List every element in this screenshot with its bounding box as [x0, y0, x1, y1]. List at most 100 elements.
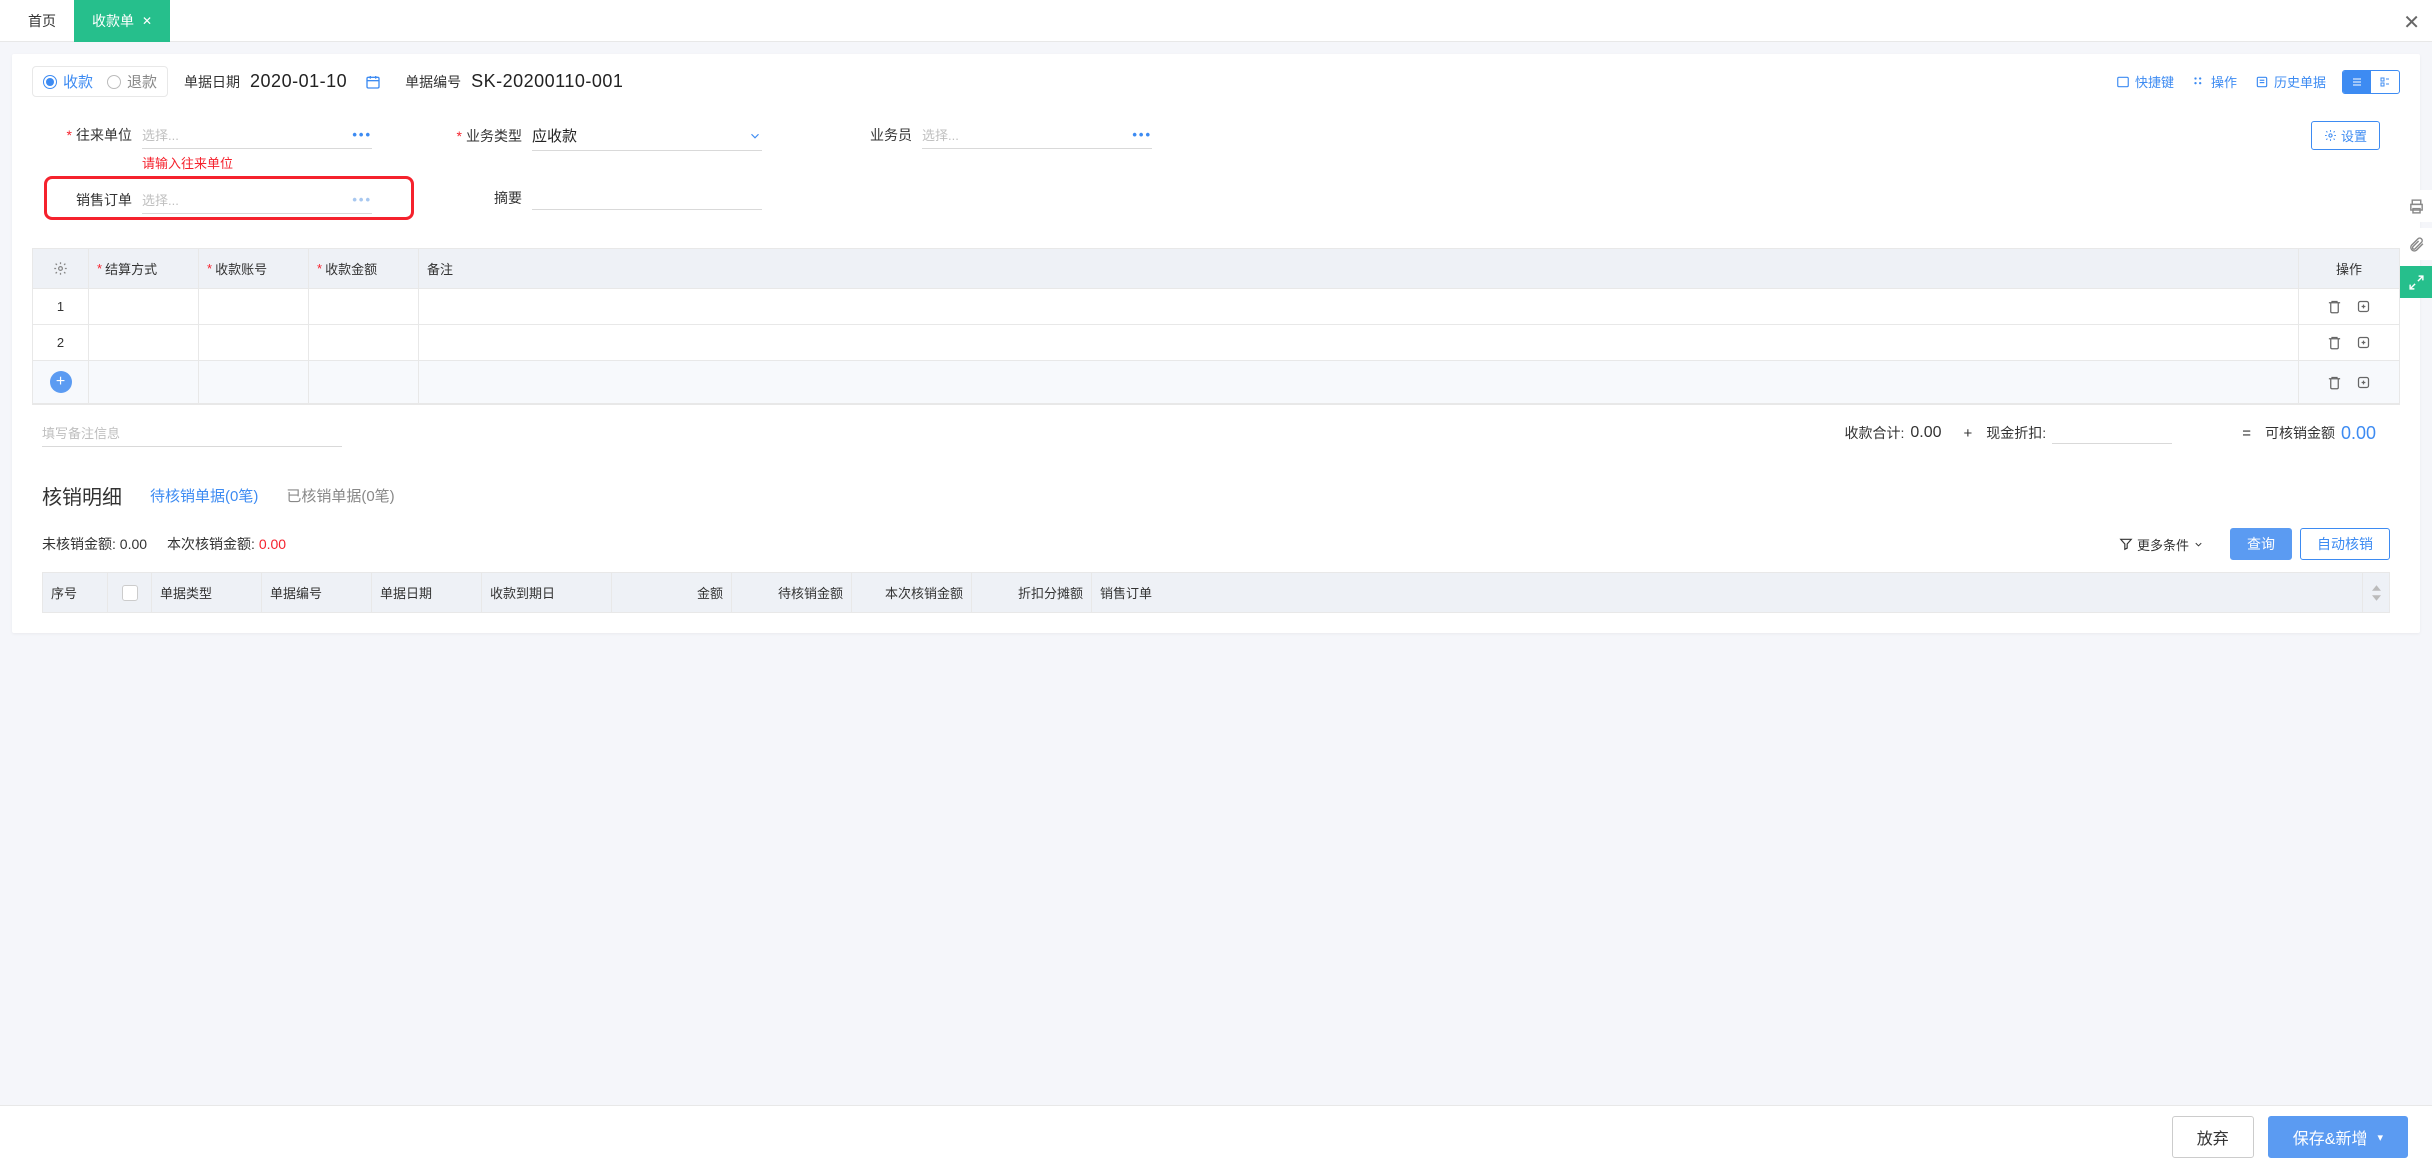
settings-button[interactable]: 设置 [2311, 121, 2380, 150]
action-label: 操作 [2211, 72, 2237, 91]
col-type: 单据类型 [152, 573, 262, 612]
writable-value: 0.00 [2341, 423, 2376, 444]
query-button[interactable]: 查询 [2230, 528, 2292, 560]
filter-row: 未核销金额: 0.00 本次核销金额: 0.00 更多条件 查询 自动核销 [42, 528, 2390, 560]
writeoff-section: 核销明细 待核销单据(0笔) 已核销单据(0笔) 未核销金额: 0.00 本次核… [12, 461, 2420, 613]
tab-label: 收款单 [92, 11, 134, 31]
chevron-down-icon[interactable] [748, 129, 762, 143]
cell-settle[interactable] [89, 289, 199, 324]
add-row-icon[interactable] [2356, 299, 2371, 314]
cell-account[interactable] [199, 325, 309, 360]
col-note: 备注 [419, 249, 2299, 288]
col-settle: *结算方式 [89, 249, 199, 288]
sum-value: 0.00 [1910, 424, 1941, 442]
row-index: 2 [33, 325, 89, 360]
delete-icon[interactable] [2327, 299, 2342, 314]
button-label: 设置 [2341, 126, 2367, 145]
cell-amount[interactable] [309, 325, 419, 360]
delete-icon[interactable] [2327, 335, 2342, 350]
tab-receipt[interactable]: 收款单 ✕ [74, 0, 170, 42]
gear-column[interactable] [33, 249, 89, 288]
discount-label: 现金折扣: [1986, 423, 2046, 443]
view-card-icon[interactable] [2371, 71, 2399, 93]
payment-table: *结算方式 *收款账号 *收款金额 备注 操作 1 2 [32, 248, 2400, 405]
history-button[interactable]: 历史单据 [2255, 72, 2326, 91]
grid-icon [2192, 75, 2206, 89]
biztype-select[interactable]: 应收款 [532, 121, 762, 151]
remark-input[interactable]: 填写备注信息 [42, 419, 342, 447]
tab-pending[interactable]: 待核销单据(0笔) [150, 485, 258, 506]
partner-label: 往来单位 [52, 125, 132, 145]
value: 0.00 [259, 536, 286, 552]
number-value: SK-20200110-001 [471, 71, 623, 92]
col-pending: 待核销金额 [732, 573, 852, 612]
cell-note[interactable] [419, 289, 2299, 324]
radio-label: 退款 [127, 71, 157, 92]
salesorder-select[interactable]: 选择... ••• [142, 186, 372, 214]
col-seq: 序号 [43, 573, 108, 612]
gear-icon [2324, 129, 2337, 142]
table-header: *结算方式 *收款账号 *收款金额 备注 操作 [33, 249, 2399, 289]
date-label: 单据日期 [184, 72, 240, 92]
close-all-icon[interactable]: ✕ [2403, 10, 2420, 35]
view-list-icon[interactable] [2343, 71, 2371, 93]
more-icon[interactable]: ••• [352, 127, 372, 142]
chevron-down-icon [2193, 539, 2204, 550]
add-row-button[interactable]: + [33, 361, 89, 403]
scroll-arrows[interactable] [2363, 573, 2389, 612]
shortcut-button[interactable]: 快捷键 [2116, 72, 2174, 91]
action-label: 历史单据 [2274, 72, 2326, 91]
col-disc: 折扣分摊额 [972, 573, 1092, 612]
calendar-icon[interactable] [365, 74, 381, 90]
save-button[interactable]: 保存&新增 ▾ [2268, 1116, 2408, 1158]
thiswrite-text: 本次核销金额: 0.00 [167, 534, 286, 554]
label: 更多条件 [2137, 535, 2189, 554]
summary-input[interactable] [532, 186, 762, 210]
col-due: 收款到期日 [482, 573, 612, 612]
auto-writeoff-button[interactable]: 自动核销 [2300, 528, 2390, 560]
radio-refund[interactable]: 退款 [107, 71, 157, 92]
action-label: 快捷键 [2135, 72, 2174, 91]
tab-done[interactable]: 已核销单据(0笔) [286, 485, 394, 506]
discount-input[interactable] [2052, 422, 2172, 444]
cell-note[interactable] [419, 325, 2299, 360]
row-index: 1 [33, 289, 89, 324]
tab-home[interactable]: 首页 [10, 0, 74, 42]
receipt-type-group: 收款 退款 [32, 66, 168, 97]
placeholder: 选择... [142, 125, 352, 144]
col-action: 操作 [2299, 249, 2399, 288]
unwrite-text: 未核销金额: 0.00 [42, 534, 147, 554]
cell-settle[interactable] [89, 325, 199, 360]
expand-icon[interactable] [2400, 266, 2432, 298]
radio-receive[interactable]: 收款 [43, 71, 93, 92]
partner-error: 请输入往来单位 [142, 153, 372, 172]
chevron-down-icon: ▾ [2377, 1131, 2383, 1144]
add-row-icon[interactable] [2356, 335, 2371, 350]
button-label: 保存&新增 [2293, 1125, 2368, 1149]
more-icon[interactable]: ••• [352, 192, 372, 207]
col-order: 销售订单 [1092, 573, 2363, 612]
radio-icon [107, 75, 121, 89]
operate-button[interactable]: 操作 [2192, 72, 2237, 91]
more-conditions[interactable]: 更多条件 [2119, 535, 2204, 554]
attachment-icon[interactable] [2400, 228, 2432, 260]
table-row: 2 [33, 325, 2399, 361]
close-icon[interactable]: ✕ [142, 14, 152, 28]
print-icon[interactable] [2400, 190, 2432, 222]
sum-label: 收款合计: [1845, 423, 1905, 443]
more-icon[interactable]: ••• [1132, 127, 1152, 142]
cell-amount[interactable] [309, 289, 419, 324]
cell-account[interactable] [199, 289, 309, 324]
radio-icon [43, 75, 57, 89]
salesman-select[interactable]: 选择... ••• [922, 121, 1152, 149]
partner-select[interactable]: 选择... ••• [142, 121, 372, 149]
label: 本次核销金额: [167, 536, 255, 552]
add-row-icon[interactable] [2356, 375, 2371, 390]
table-header: 序号 单据类型 单据编号 单据日期 收款到期日 金额 待核销金额 本次核销金额 … [43, 573, 2389, 612]
cancel-button[interactable]: 放弃 [2172, 1116, 2254, 1158]
date-value[interactable]: 2020-01-10 [250, 71, 347, 92]
checkbox-all[interactable] [122, 585, 138, 601]
tabs-bar: 首页 收款单 ✕ ✕ [0, 0, 2432, 42]
col-date: 单据日期 [372, 573, 482, 612]
delete-icon[interactable] [2327, 375, 2342, 390]
